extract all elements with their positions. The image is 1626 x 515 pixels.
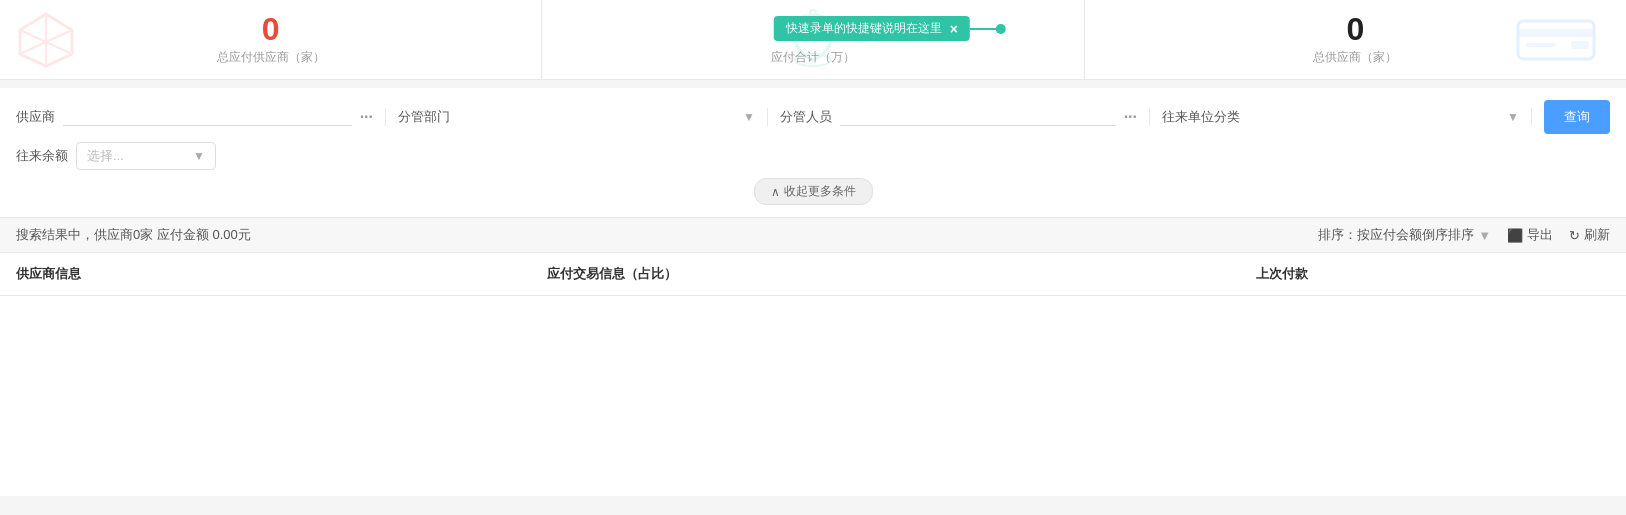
sort-label: 排序：按应付会额倒序排序 xyxy=(1318,226,1474,244)
refresh-label: 刷新 xyxy=(1584,226,1610,244)
department-label: 分管部门 xyxy=(398,108,450,126)
sort-chevron-icon: ▼ xyxy=(1478,228,1491,243)
total-payable-number: 0 xyxy=(262,13,280,45)
manager-input-wrapper xyxy=(840,108,1116,126)
unit-category-chevron-icon: ▼ xyxy=(1507,110,1519,124)
unit-category-filter-group: 往来单位分类 ▼ xyxy=(1150,108,1532,126)
search-button[interactable]: 查询 xyxy=(1544,100,1610,134)
balance-label: 往来余额 xyxy=(16,147,68,165)
department-filter-group: 分管部门 ▼ xyxy=(386,108,768,126)
supplier-filter-group: 供应商 ··· xyxy=(16,108,386,126)
total-payable-label: 总应付供应商（家） xyxy=(217,49,325,66)
unit-category-label: 往来单位分类 xyxy=(1162,108,1240,126)
blue-card-bg-icon xyxy=(1516,15,1596,65)
svg-rect-9 xyxy=(1518,29,1594,37)
refresh-button[interactable]: ↻ 刷新 xyxy=(1569,226,1610,244)
supplier-more-btn[interactable]: ··· xyxy=(360,108,373,126)
table-header: 供应商信息 应付交易信息（占比） 上次付款 xyxy=(0,253,1626,296)
manager-filter-group: 分管人员 ··· xyxy=(768,108,1150,126)
result-bar: 搜索结果中，供应商0家 应付金额 0.00元 排序：按应付会额倒序排序 ▼ ⬛ … xyxy=(0,218,1626,253)
tooltip-close-btn[interactable]: × xyxy=(950,21,958,37)
filter-row-2: 往来余额 选择... ▼ xyxy=(16,142,1610,170)
department-chevron-icon: ▼ xyxy=(743,110,755,124)
manager-label: 分管人员 xyxy=(780,108,832,126)
table-col-supplier-info: 供应商信息 xyxy=(16,265,547,283)
department-select[interactable]: ▼ xyxy=(458,110,755,124)
svg-line-2 xyxy=(20,30,72,54)
collapse-button[interactable]: ∧ 收起更多条件 xyxy=(754,178,873,205)
supplier-input-wrapper xyxy=(63,108,352,126)
supplier-input[interactable] xyxy=(63,108,352,123)
tooltip-bar: 快速录单的快捷键说明在这里 × xyxy=(774,16,970,41)
payable-total-label: 应付合计（万） xyxy=(771,49,855,66)
total-suppliers-number: 0 xyxy=(1346,13,1364,45)
filter-row-1: 供应商 ··· 分管部门 ▼ 分管人员 ··· 往来单位分类 xyxy=(16,100,1610,134)
stat-total-suppliers: 0 总供应商（家） xyxy=(1085,0,1626,79)
export-icon: ⬛ xyxy=(1507,228,1523,243)
stat-total-payable-suppliers: 0 总应付供应商（家） xyxy=(0,0,542,79)
svg-line-3 xyxy=(20,30,72,54)
table-body xyxy=(0,296,1626,496)
balance-select[interactable]: 选择... ▼ xyxy=(76,142,216,170)
refresh-icon: ↻ xyxy=(1569,228,1580,243)
filter-section: 供应商 ··· 分管部门 ▼ 分管人员 ··· 往来单位分类 xyxy=(0,88,1626,218)
result-actions: 排序：按应付会额倒序排序 ▼ ⬛ 导出 ↻ 刷新 xyxy=(1318,226,1610,244)
collapse-label: 收起更多条件 xyxy=(784,183,856,200)
balance-placeholder: 选择... xyxy=(87,147,193,165)
result-summary: 搜索结果中，供应商0家 应付金额 0.00元 xyxy=(16,226,251,244)
svg-rect-8 xyxy=(1518,21,1594,59)
table-col-last-payment: 上次付款 xyxy=(1256,265,1610,283)
export-label: 导出 xyxy=(1527,226,1553,244)
supplier-label: 供应商 xyxy=(16,108,55,126)
collapse-bar: ∧ 收起更多条件 xyxy=(16,178,1610,205)
export-button[interactable]: ⬛ 导出 xyxy=(1507,226,1553,244)
manager-input[interactable] xyxy=(840,108,1116,123)
svg-rect-11 xyxy=(1571,41,1589,49)
collapse-arrow-icon: ∧ xyxy=(771,185,780,199)
top-stats-bar: 0 总应付供应商（家） 快速录单的快捷键说明在这里 × 0.00 应付合计（万） xyxy=(0,0,1626,80)
table-col-payable-info: 应付交易信息（占比） xyxy=(547,265,1255,283)
balance-chevron-icon: ▼ xyxy=(193,149,205,163)
svg-marker-0 xyxy=(20,14,72,66)
tooltip-dot xyxy=(996,24,1006,34)
manager-more-btn[interactable]: ··· xyxy=(1124,108,1137,126)
unit-category-select[interactable]: ▼ xyxy=(1248,110,1519,124)
sort-select[interactable]: 排序：按应付会额倒序排序 ▼ xyxy=(1318,226,1491,244)
stat-payable-total: 快速录单的快捷键说明在这里 × 0.00 应付合计（万） xyxy=(542,0,1084,79)
total-suppliers-label: 总供应商（家） xyxy=(1313,49,1397,66)
tooltip-text: 快速录单的快捷键说明在这里 xyxy=(786,20,942,37)
diamond-bg-icon xyxy=(16,10,76,70)
svg-rect-10 xyxy=(1526,43,1556,47)
